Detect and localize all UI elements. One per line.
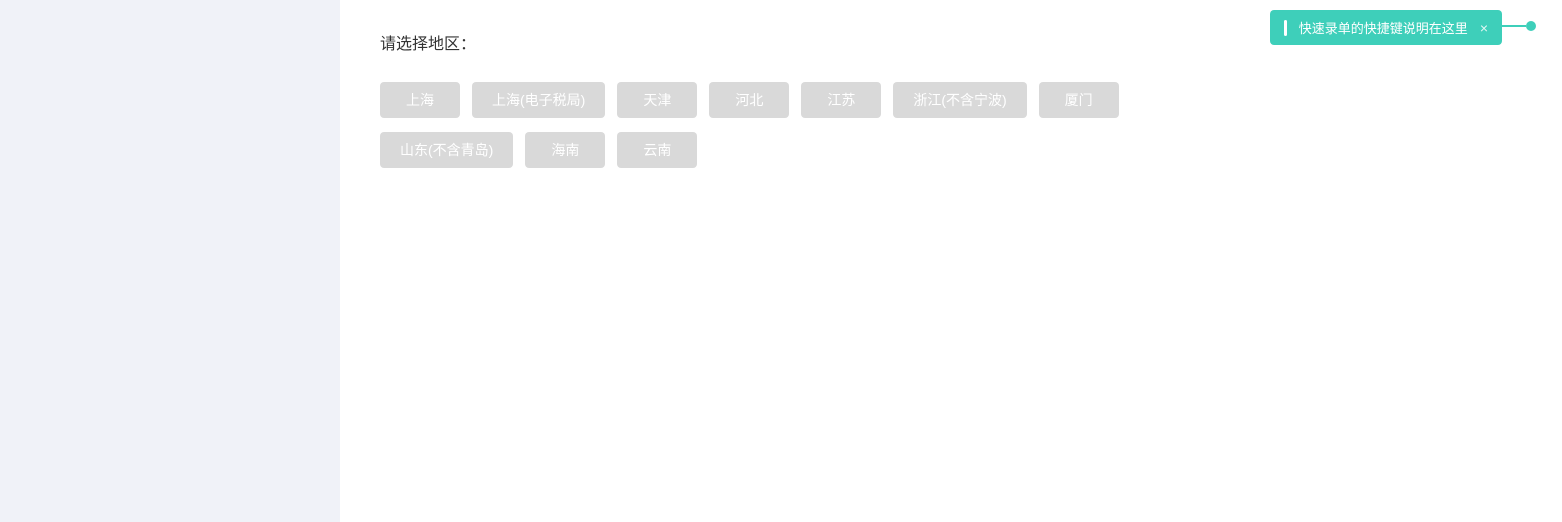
tooltip-bar: 快速录单的快捷键说明在这里 × bbox=[1270, 10, 1502, 45]
tooltip-close-button[interactable]: × bbox=[1480, 20, 1488, 36]
tooltip-line bbox=[1502, 25, 1526, 27]
region-button-yunnan[interactable]: 云南 bbox=[617, 132, 697, 168]
region-button-shandong[interactable]: 山东(不含青岛) bbox=[380, 132, 513, 168]
region-button-shanghai-etax[interactable]: 上海(电子税局) bbox=[472, 82, 605, 118]
left-sidebar bbox=[0, 0, 340, 522]
region-row-2: 山东(不含青岛) 海南云南 bbox=[380, 132, 1522, 168]
region-button-hainan[interactable]: 海南 bbox=[525, 132, 605, 168]
main-content: 请选择地区： 上海上海(电子税局)天津河北江苏浙江(不含宁波)厦门 山东(不含青… bbox=[340, 0, 1562, 522]
region-button-zhejiang[interactable]: 浙江(不含宁波) bbox=[893, 82, 1026, 118]
region-button-jiangsu[interactable]: 江苏 bbox=[801, 82, 881, 118]
region-button-hebei[interactable]: 河北 bbox=[709, 82, 789, 118]
region-row-1: 上海上海(电子税局) 天津河北江苏浙江(不含宁波) 厦门 bbox=[380, 82, 1522, 118]
tooltip-dot bbox=[1526, 21, 1536, 31]
tooltip-text: 快速录单的快捷键说明在这里 bbox=[1299, 18, 1468, 37]
region-button-shanghai[interactable]: 上海 bbox=[380, 82, 460, 118]
region-button-tianjin[interactable]: 天津 bbox=[617, 82, 697, 118]
region-button-xiamen[interactable]: 厦门 bbox=[1039, 82, 1119, 118]
